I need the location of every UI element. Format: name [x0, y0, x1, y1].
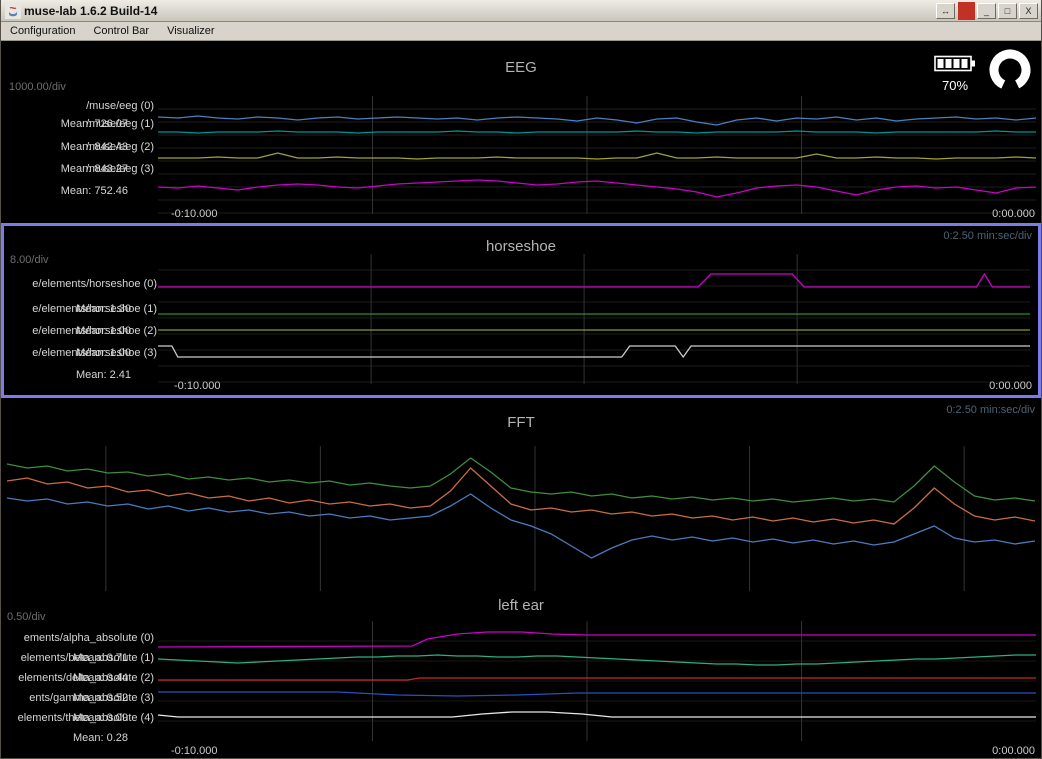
scale-label: 1000.00/div — [9, 81, 66, 93]
time-axis-end: 0:00.000 — [992, 745, 1035, 757]
channel-label: ents/gamma_absolute (3) — [29, 692, 154, 704]
horseshoe-channel-labels: e/elements/horseshoe (0) Mean: 1.30 e/el… — [4, 254, 161, 384]
panel-left-ear[interactable]: left ear 0.50/div ements/alpha_absolute … — [1, 593, 1041, 758]
titlebar-red-indicator — [958, 1, 975, 20]
channel-label: /muse/eeg (3) — [86, 163, 154, 175]
channel-label: ements/alpha_absolute (0) — [23, 632, 154, 644]
panel-eeg[interactable]: EEG 1000.00/div 70% /muse/eeg (0) Mean: … — [1, 41, 1041, 223]
time-axis-start: -0:10.000 — [171, 208, 218, 220]
menu-configuration[interactable]: Configuration — [6, 23, 83, 39]
menu-control-bar[interactable]: Control Bar — [89, 23, 157, 39]
panel-title: EEG — [505, 59, 537, 76]
channel-label: elements/theta_absolute (4) — [17, 712, 154, 724]
channel-label: e/elements/horseshoe (0) — [32, 278, 157, 290]
titlebar[interactable]: muse-lab 1.6.2 Build-14 ↔ _ □ X — [1, 0, 1041, 22]
panel-fft[interactable]: FFT 0:2.50 min:sec/div — [1, 398, 1041, 593]
channel-label: elements/beta_absolute (1) — [20, 652, 154, 664]
window-title: muse-lab 1.6.2 Build-14 — [24, 3, 158, 18]
menu-visualizer[interactable]: Visualizer — [163, 23, 223, 39]
channel-mean: Mean: 752.46 — [60, 185, 128, 197]
channel-label: /muse/eeg (1) — [86, 118, 154, 130]
menubar: Configuration Control Bar Visualizer — [1, 22, 1041, 41]
channel-mean: Mean: 2.41 — [75, 369, 131, 381]
battery-indicator: 70% — [931, 55, 979, 93]
time-axis-start: -0:10.000 — [174, 380, 221, 392]
eeg-channel-labels: /muse/eeg (0) Mean: 726.07 /muse/eeg (1)… — [1, 96, 158, 214]
time-per-div-label: 0:2.50 min:sec/div — [946, 404, 1035, 416]
channel-label: e/elements/horseshoe (3) — [32, 347, 157, 359]
app-icon — [5, 2, 21, 19]
panel-title: horseshoe — [485, 238, 557, 255]
panel-horseshoe[interactable]: horseshoe 0:2.50 min:sec/div 8.00/div e/… — [1, 223, 1041, 398]
channel-label: e/elements/horseshoe (1) — [32, 303, 157, 315]
time-axis-start: -0:10.000 — [171, 745, 218, 757]
headband-status-ring-icon — [987, 47, 1033, 98]
battery-icon — [934, 55, 975, 72]
time-axis-end: 0:00.000 — [992, 208, 1035, 220]
close-button[interactable]: X — [1019, 2, 1038, 19]
channel-mean: Mean: 0.28 — [72, 732, 128, 744]
horseshoe-plot[interactable] — [158, 254, 1030, 384]
panel-title: left ear — [498, 597, 544, 614]
panel-title: FFT — [507, 414, 535, 431]
fft-plot[interactable] — [7, 446, 1035, 591]
channel-label: e/elements/horseshoe (2) — [32, 325, 157, 337]
time-per-div-label: 0:2.50 min:sec/div — [943, 230, 1032, 242]
time-axis-end: 0:00.000 — [989, 380, 1032, 392]
leftear-plot[interactable] — [158, 621, 1036, 741]
channel-label: /muse/eeg (2) — [86, 141, 154, 153]
visualizer-area: EEG 1000.00/div 70% /muse/eeg (0) Mean: … — [1, 41, 1041, 758]
leftear-channel-labels: ements/alpha_absolute (0) Mean: 0.71 ele… — [1, 621, 158, 744]
minimize-button[interactable]: _ — [977, 2, 996, 19]
app-window: muse-lab 1.6.2 Build-14 ↔ _ □ X Configur… — [0, 0, 1042, 759]
titlebar-arrow-button[interactable]: ↔ — [936, 2, 955, 19]
battery-percent: 70% — [941, 78, 969, 93]
maximize-button[interactable]: □ — [998, 2, 1017, 19]
channel-label: /muse/eeg (0) — [86, 100, 154, 112]
channel-label: elements/delta_absolute (2) — [18, 672, 154, 684]
eeg-plot[interactable] — [158, 96, 1036, 214]
